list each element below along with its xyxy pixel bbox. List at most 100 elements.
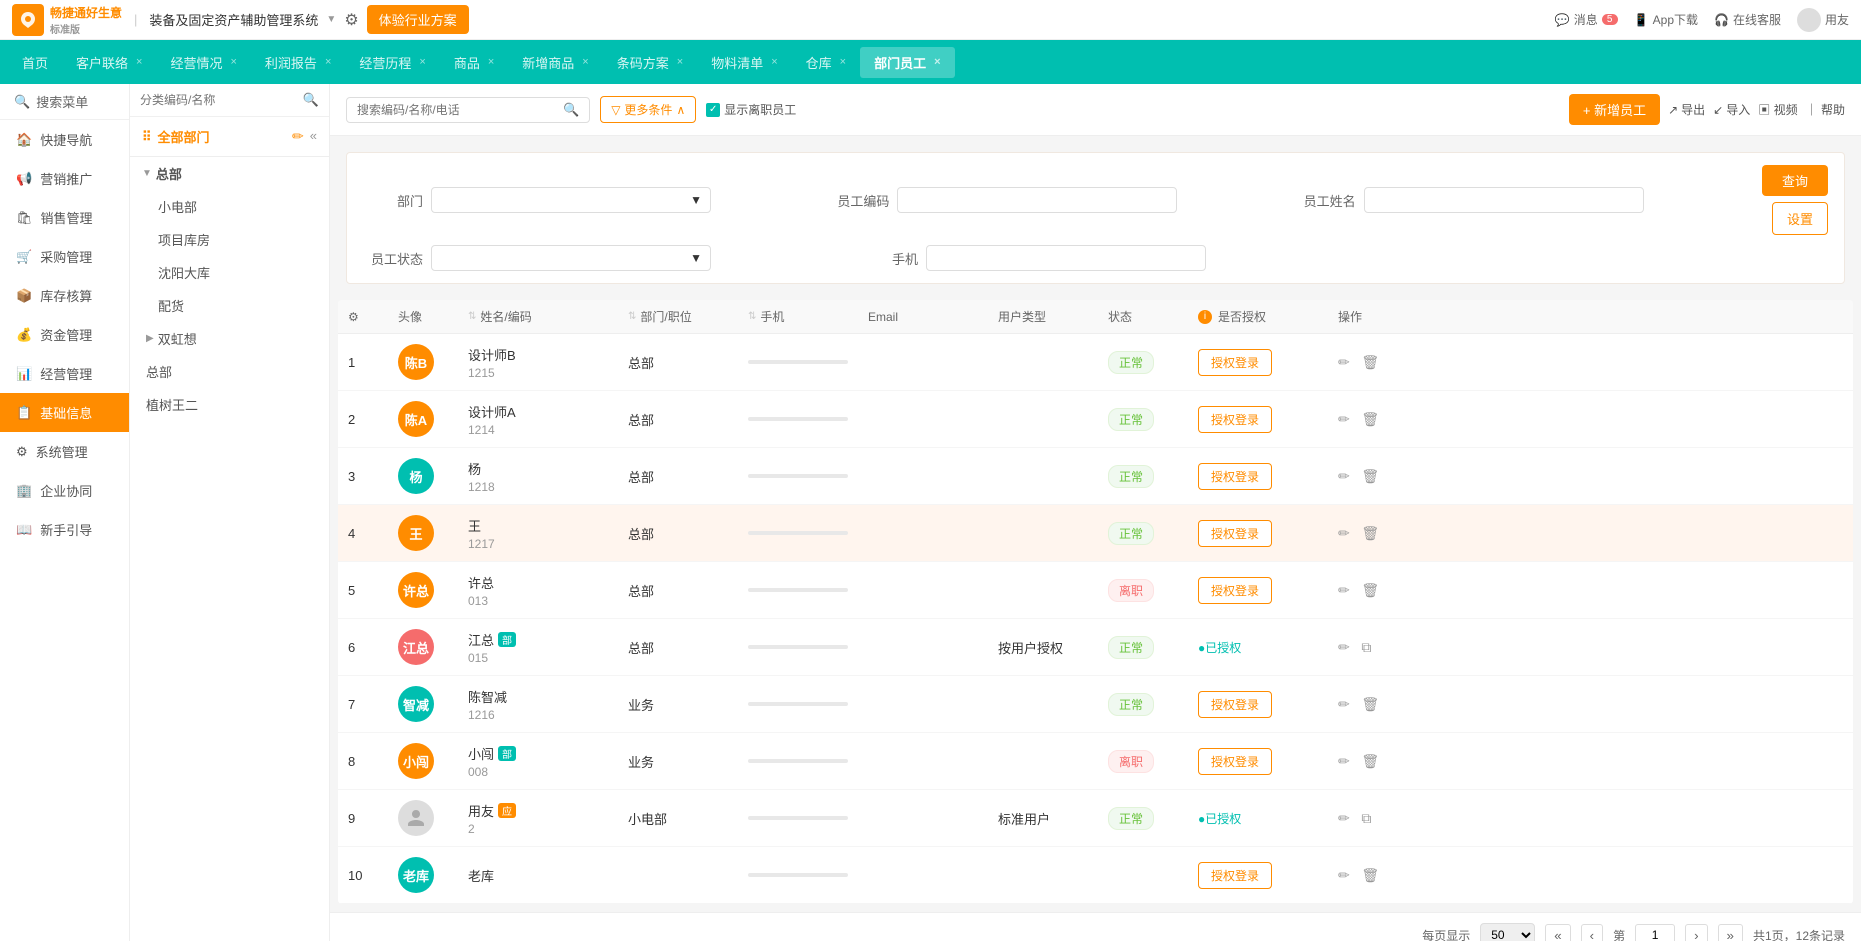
- search-icon-emp[interactable]: 🔍: [563, 102, 579, 118]
- sidebar-item-guide[interactable]: 📖 新手引导: [0, 510, 129, 549]
- close-tab-department[interactable]: ×: [934, 56, 940, 68]
- view-button[interactable]: ▣ 视频: [1758, 101, 1797, 118]
- edit-button[interactable]: ✏: [1338, 810, 1350, 826]
- export-button[interactable]: ↗ 导出: [1668, 101, 1705, 118]
- tab-barcode[interactable]: 条码方案 ×: [603, 47, 697, 78]
- dept-item-shenyang[interactable]: 沈阳大库: [130, 256, 329, 289]
- next-page-button[interactable]: ›: [1685, 924, 1707, 941]
- auth-button[interactable]: 授权登录: [1198, 520, 1272, 547]
- per-page-select[interactable]: 50 100 200: [1480, 923, 1535, 941]
- last-page-button[interactable]: »: [1718, 924, 1743, 941]
- sidebar-item-purchase[interactable]: 🛒 采购管理: [0, 237, 129, 276]
- auth-button[interactable]: 授权登录: [1198, 691, 1272, 718]
- add-employee-button[interactable]: + 新增员工: [1569, 94, 1660, 125]
- delete-button[interactable]: 🗑: [1361, 753, 1379, 769]
- app-download-action[interactable]: 📱 App下载: [1634, 11, 1698, 28]
- sidebar-item-inventory[interactable]: 📦 库存核算: [0, 276, 129, 315]
- tab-history[interactable]: 经营历程 ×: [345, 47, 439, 78]
- settings-icon[interactable]: ⚙: [344, 10, 358, 30]
- filter-reset-button[interactable]: 设置: [1772, 202, 1828, 235]
- sidebar-search[interactable]: 🔍 搜索菜单: [0, 84, 129, 120]
- dept-item-peihuo[interactable]: 配货: [130, 289, 329, 322]
- trial-button[interactable]: 体验行业方案: [367, 5, 469, 34]
- tab-profit[interactable]: 利润报告 ×: [251, 47, 345, 78]
- edit-button[interactable]: ✏: [1338, 468, 1350, 484]
- tab-home[interactable]: 首页: [8, 47, 62, 78]
- sidebar-item-marketing[interactable]: 📢 营销推广: [0, 159, 129, 198]
- edit-button[interactable]: ✏: [1338, 525, 1350, 541]
- delete-button[interactable]: 🗑: [1361, 582, 1379, 598]
- edit-button[interactable]: ✏: [1338, 867, 1350, 883]
- tab-department[interactable]: 部门员工 ×: [860, 47, 954, 78]
- sidebar-item-sales[interactable]: 🛍 销售管理: [0, 198, 129, 237]
- delete-button[interactable]: 🗑: [1361, 411, 1379, 427]
- edit-button[interactable]: ✏: [1338, 354, 1350, 370]
- dept-edit-icon[interactable]: ✏: [292, 128, 304, 145]
- import-button[interactable]: ↙ 导入: [1713, 101, 1750, 118]
- dept-item-shuanghong[interactable]: ▶ 双虹想: [130, 322, 329, 355]
- auth-button[interactable]: 授权登录: [1198, 406, 1272, 433]
- dept-all-label[interactable]: 全部部门: [158, 127, 210, 146]
- prev-page-button[interactable]: ‹: [1581, 924, 1603, 941]
- tab-goods[interactable]: 商品 ×: [440, 47, 508, 78]
- auth-button[interactable]: 授权登录: [1198, 862, 1272, 889]
- sidebar-item-system[interactable]: ⚙ 系统管理: [0, 432, 129, 471]
- sidebar-item-operations[interactable]: 📊 经营管理: [0, 354, 129, 393]
- auth-button[interactable]: 授权登录: [1198, 349, 1272, 376]
- tab-customer[interactable]: 客户联络 ×: [62, 47, 156, 78]
- sidebar-item-enterprise[interactable]: 🏢 企业协同: [0, 471, 129, 510]
- edit-button[interactable]: ✏: [1338, 753, 1350, 769]
- dept-search-input[interactable]: [140, 93, 303, 107]
- sidebar-item-quick-nav[interactable]: 🏠 快捷导航: [0, 120, 129, 159]
- emp-search-input[interactable]: [357, 103, 557, 117]
- filter-phone-input[interactable]: [926, 245, 1206, 271]
- close-tab-history[interactable]: ×: [419, 56, 425, 68]
- filter-search-button[interactable]: 查询: [1762, 165, 1828, 196]
- help-button[interactable]: ｜ 帮助: [1806, 101, 1845, 118]
- filter-empcode-input[interactable]: [897, 187, 1177, 213]
- auth-button[interactable]: 授权登录: [1198, 577, 1272, 604]
- auth-button[interactable]: 授权登录: [1198, 463, 1272, 490]
- dept-search-icon[interactable]: 🔍: [303, 92, 319, 108]
- filter-dept-select[interactable]: ▼: [431, 187, 711, 213]
- copy-button[interactable]: ⧉: [1361, 810, 1371, 826]
- sidebar-item-basic[interactable]: 📋 基础信息: [0, 393, 129, 432]
- system-title-chevron[interactable]: ▼: [326, 14, 336, 25]
- delete-button[interactable]: 🗑: [1361, 354, 1379, 370]
- online-service-action[interactable]: 🎧 在线客服: [1714, 11, 1781, 28]
- close-tab-profit[interactable]: ×: [325, 56, 331, 68]
- dept-collapse-icon[interactable]: «: [310, 128, 317, 145]
- tab-warehouse[interactable]: 仓库 ×: [792, 47, 860, 78]
- close-tab-goods[interactable]: ×: [488, 56, 494, 68]
- user-action[interactable]: 用友: [1797, 8, 1849, 32]
- edit-button[interactable]: ✏: [1338, 696, 1350, 712]
- filter-status-select[interactable]: ▼: [431, 245, 711, 271]
- filter-empname-input[interactable]: [1364, 187, 1644, 213]
- sidebar-item-capital[interactable]: 💰 资金管理: [0, 315, 129, 354]
- dept-item-xiaodian[interactable]: 小电部: [130, 190, 329, 223]
- close-tab-barcode[interactable]: ×: [677, 56, 683, 68]
- close-tab-customer[interactable]: ×: [136, 56, 142, 68]
- edit-button[interactable]: ✏: [1338, 411, 1350, 427]
- tab-operations[interactable]: 经营情况 ×: [156, 47, 250, 78]
- close-tab-warehouse[interactable]: ×: [840, 56, 846, 68]
- dept-item-zongbu[interactable]: 总部: [130, 355, 329, 388]
- tab-bom[interactable]: 物料清单 ×: [697, 47, 791, 78]
- col-settings[interactable]: ⚙: [338, 300, 388, 333]
- page-input[interactable]: [1635, 924, 1675, 941]
- dept-item-zhishu[interactable]: 植树王二: [130, 388, 329, 421]
- close-tab-new-goods[interactable]: ×: [582, 56, 588, 68]
- delete-button[interactable]: 🗑: [1361, 525, 1379, 541]
- close-tab-operations[interactable]: ×: [230, 56, 236, 68]
- message-action[interactable]: 💬 消息 5: [1555, 11, 1618, 28]
- dept-item-zongbu-parent[interactable]: ▼ 总部: [130, 157, 329, 190]
- edit-button[interactable]: ✏: [1338, 582, 1350, 598]
- delete-button[interactable]: 🗑: [1361, 867, 1379, 883]
- tab-new-goods[interactable]: 新增商品 ×: [508, 47, 602, 78]
- first-page-button[interactable]: «: [1545, 924, 1570, 941]
- close-tab-bom[interactable]: ×: [771, 56, 777, 68]
- copy-button[interactable]: ⧉: [1361, 639, 1371, 655]
- dept-item-project[interactable]: 项目库房: [130, 223, 329, 256]
- delete-button[interactable]: 🗑: [1361, 696, 1379, 712]
- show-resigned-toggle[interactable]: ✓ 显示离职员工: [706, 101, 796, 118]
